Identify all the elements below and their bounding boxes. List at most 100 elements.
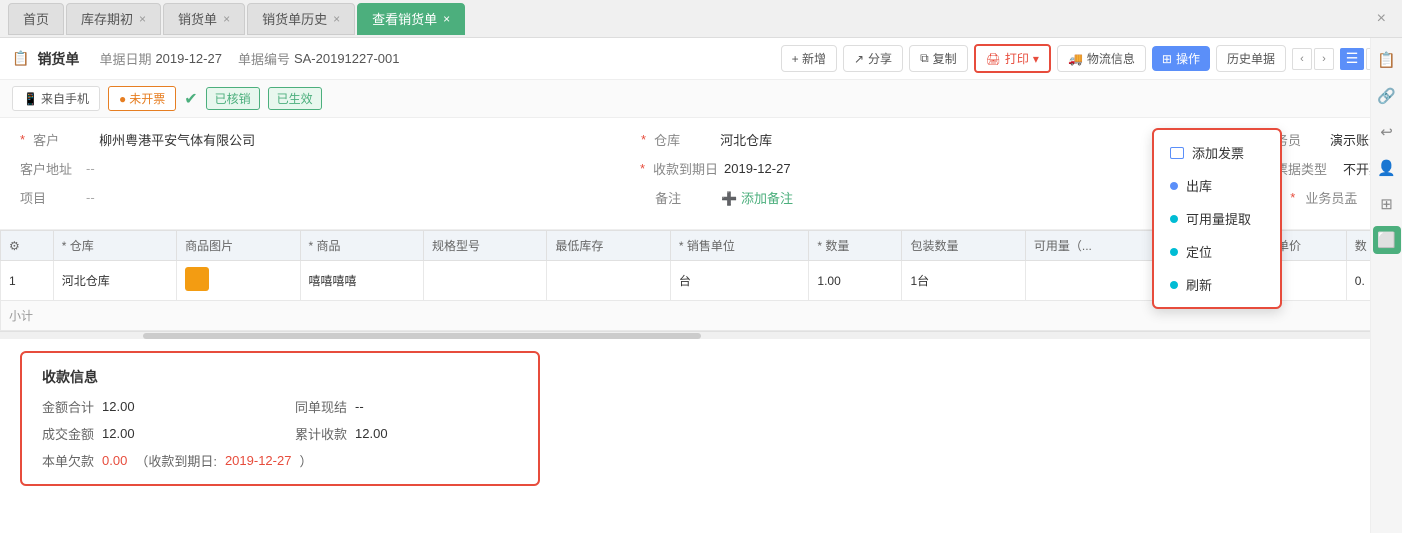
window-close-button[interactable]: × (1369, 6, 1394, 32)
doc-title: 销货单 (37, 49, 79, 69)
invoice-icon: ● (119, 92, 126, 106)
col-pack-qty: 包装数量 (902, 231, 1025, 261)
list-view-button[interactable]: ☰ (1340, 48, 1364, 70)
col-gear[interactable]: ⚙ (1, 231, 54, 261)
tab-inventory-close[interactable]: × (139, 12, 146, 26)
tab-sales-history[interactable]: 销货单历史 × (247, 3, 355, 35)
operate-button[interactable]: ⊞ 操作 (1152, 46, 1210, 71)
tab-view-sales-close[interactable]: × (443, 12, 450, 26)
doc-icon: 📋 (12, 50, 29, 67)
tab-home-label: 首页 (23, 9, 49, 28)
sidebar-doc-icon[interactable]: 📋 (1373, 46, 1401, 74)
customer-required: * (20, 132, 25, 147)
cell-pack-qty: 1台 (902, 261, 1025, 301)
warehouse-required: * (641, 132, 646, 147)
doc-number-label: 单据编号 SA-20191227-001 (238, 49, 400, 68)
dropdown-available-qty[interactable]: 可用量提取 (1154, 202, 1280, 235)
sidebar-grid-icon[interactable]: ⊞ (1373, 190, 1401, 218)
locate-icon (1170, 248, 1178, 256)
doc-toolbar: 📋 销货单 单据日期 2019-12-27 单据编号 SA-20191227-0… (0, 38, 1402, 80)
cell-available (1025, 261, 1167, 301)
product-image (185, 267, 209, 291)
tab-view-sales[interactable]: 查看销货单 × (357, 3, 465, 35)
col-min-stock: 最低库存 (547, 231, 670, 261)
due-date-value: 2019-12-27 (724, 161, 791, 176)
action-row: 📱 来自手机 ● 未开票 ✔ 已核销 已生效 (0, 80, 1402, 118)
col-sales-unit: * 销售单位 (670, 231, 809, 261)
add-invoice-icon (1170, 147, 1184, 159)
cumulative-row: 累计收款 12.00 (295, 424, 518, 443)
tab-sales-history-close[interactable]: × (333, 12, 340, 26)
scroll-bar[interactable] (0, 331, 1402, 339)
sidebar-return-icon[interactable]: ↩ (1373, 118, 1401, 146)
payment-grid: 金额合计 12.00 同单现结 -- 成交金额 12.00 累计收款 12.00… (42, 397, 518, 470)
payment-box: 收款信息 金额合计 12.00 同单现结 -- 成交金额 12.00 累计收款 … (20, 351, 540, 486)
share-button[interactable]: ↗ 分享 (843, 45, 903, 72)
cell-product: 嘻嘻嘻嘻 (300, 261, 423, 301)
dropdown-add-invoice[interactable]: 添加发票 (1154, 136, 1280, 169)
nav-arrows: ‹ › (1292, 48, 1334, 70)
col-img: 商品图片 (177, 231, 300, 261)
address-field: 客户地址 -- (20, 159, 640, 178)
not-open-button[interactable]: ● 未开票 (108, 86, 176, 111)
col-warehouse: * 仓库 (53, 231, 176, 261)
tab-sales-order[interactable]: 销货单 × (163, 3, 245, 35)
next-arrow[interactable]: › (1314, 48, 1334, 70)
refresh-icon (1170, 281, 1178, 289)
customer-value: 柳州粤港平安气体有限公司 (99, 130, 255, 149)
tab-sales-label: 销货单 (178, 9, 217, 28)
cell-qty: 1.00 (809, 261, 902, 301)
dropdown-out-warehouse[interactable]: 出库 (1154, 169, 1280, 202)
copy-icon: ⧉ (920, 51, 929, 66)
same-order-row: 同单现结 -- (295, 397, 518, 416)
warehouse-value: 河北仓库 (720, 130, 772, 149)
add-note-button[interactable]: ➕ 添加备注 (721, 188, 793, 207)
tab-bar: 首页 库存期初 × 销货单 × 销货单历史 × 查看销货单 × × (0, 0, 1402, 38)
col-product: * 商品 (300, 231, 423, 261)
trans-amount-row: 成交金额 12.00 (42, 424, 265, 443)
cell-img (177, 261, 300, 301)
dropdown-locate[interactable]: 定位 (1154, 235, 1280, 268)
new-button[interactable]: + 新增 (781, 45, 837, 72)
cell-sales-unit: 台 (670, 261, 809, 301)
main-area: 📋 销货单 单据日期 2019-12-27 单据编号 SA-20191227-0… (0, 38, 1402, 533)
from-mobile-button[interactable]: 📱 来自手机 (12, 86, 100, 111)
customer-field: * 客户 柳州粤港平安气体有限公司 (20, 130, 641, 149)
cell-warehouse: 河北仓库 (53, 261, 176, 301)
effective-badge: 已生效 (268, 87, 322, 110)
doc-number-value: SA-20191227-001 (294, 51, 400, 66)
prev-arrow[interactable]: ‹ (1292, 48, 1312, 70)
scroll-handle[interactable] (143, 333, 701, 339)
project-field: 项目 -- (20, 188, 655, 207)
sidebar-user-icon[interactable]: 👤 (1373, 154, 1401, 182)
print-icon: 🖨 (986, 52, 1001, 66)
mobile-icon: 📱 (23, 92, 38, 106)
operate-icon: ⊞ (1162, 52, 1172, 66)
tab-inventory[interactable]: 库存期初 × (66, 3, 161, 35)
sales-staff-field: * 业务员盂 -- (1290, 188, 1382, 207)
sidebar-expand-icon[interactable]: ⬜ (1373, 226, 1401, 254)
print-dropdown-arrow: ▾ (1033, 52, 1039, 66)
history-button[interactable]: 历史单据 (1216, 45, 1286, 72)
tab-view-sales-label: 查看销货单 (372, 9, 437, 28)
doc-meta: 单据日期 2019-12-27 单据编号 SA-20191227-001 (99, 49, 772, 68)
tab-sales-close[interactable]: × (223, 12, 230, 26)
share-icon: ↗ (854, 52, 864, 66)
check-icon: ✔ (184, 89, 197, 109)
col-qty: * 数量 (809, 231, 902, 261)
cell-no: 1 (1, 261, 54, 301)
cumulative-value: 12.00 (355, 426, 388, 441)
tab-home[interactable]: 首页 (8, 3, 64, 35)
sidebar-link-icon[interactable]: 🔗 (1373, 82, 1401, 110)
doc-date-label: 单据日期 2019-12-27 (99, 49, 222, 68)
dropdown-refresh[interactable]: 刷新 (1154, 268, 1280, 301)
tab-sales-history-label: 销货单历史 (262, 9, 327, 28)
logistics-icon: 🚚 (1068, 52, 1083, 66)
print-button[interactable]: 🖨 打印 ▾ (974, 44, 1051, 73)
same-order-value: -- (355, 399, 364, 414)
copy-button[interactable]: ⧉ 复制 (909, 45, 968, 72)
logistics-button[interactable]: 🚚 物流信息 (1057, 45, 1146, 72)
payment-title: 收款信息 (42, 367, 518, 387)
tab-inventory-label: 库存期初 (81, 9, 133, 28)
right-sidebar: 📋 🔗 ↩ 👤 ⊞ ⬜ (1370, 38, 1402, 533)
